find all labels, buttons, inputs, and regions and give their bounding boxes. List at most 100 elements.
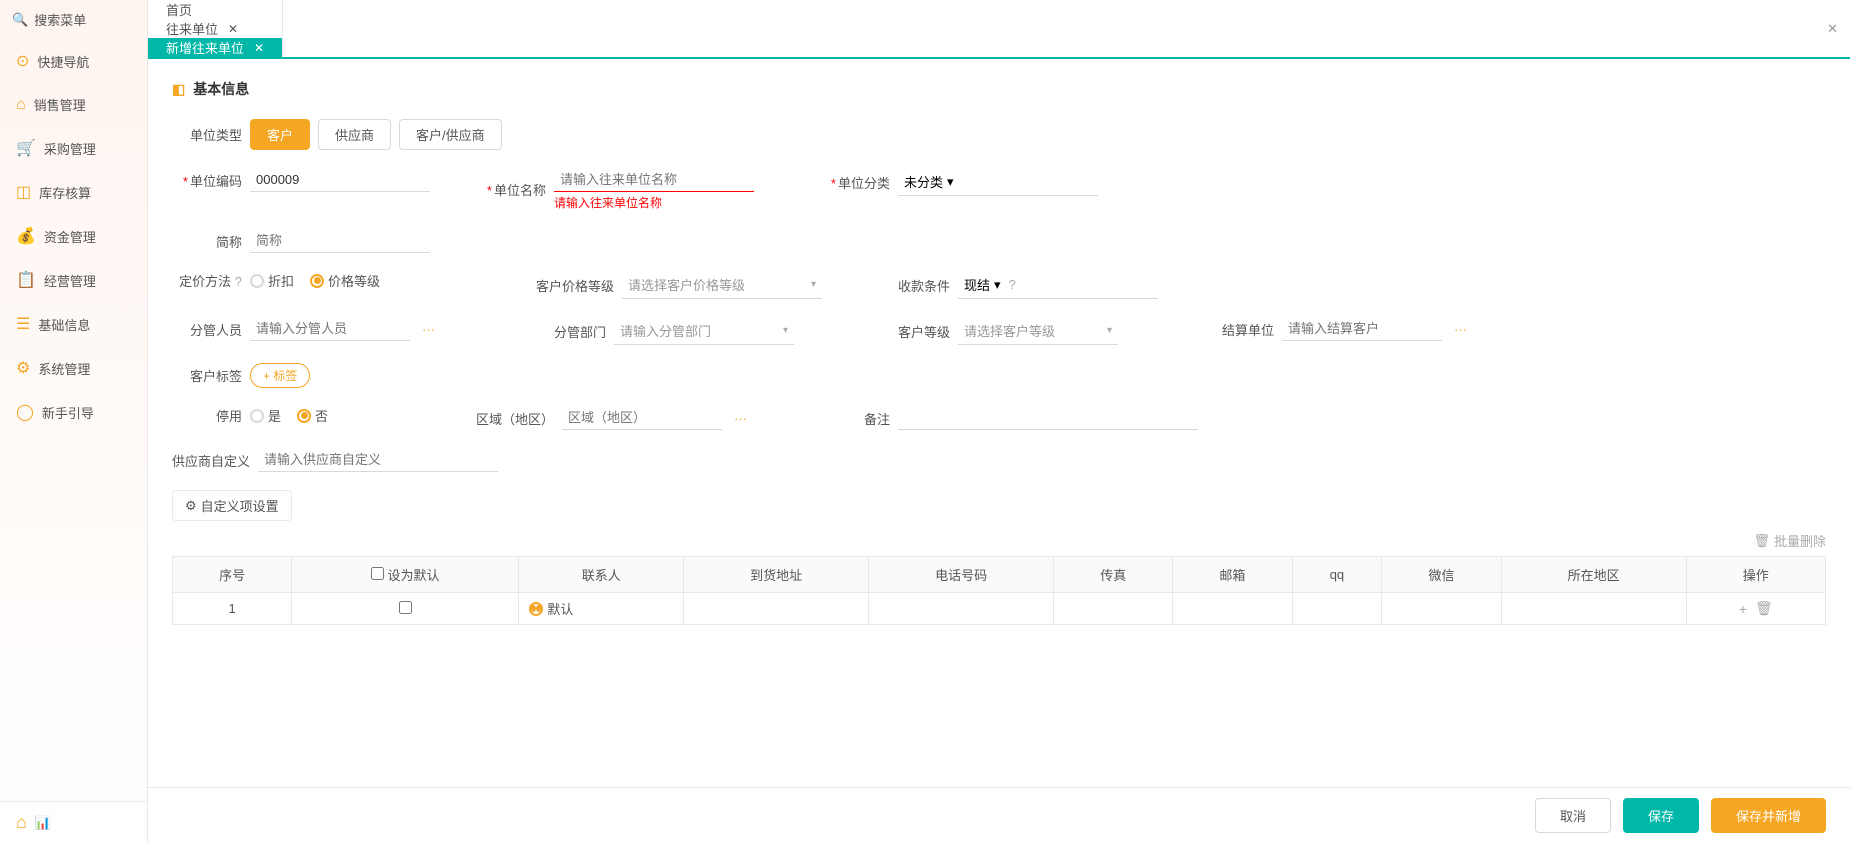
tab-home[interactable]: 首页 xyxy=(148,0,283,19)
row-checkbox-cell xyxy=(292,593,519,625)
category-dropdown-icon: ▾ xyxy=(947,174,954,190)
manager-more-button[interactable]: ··· xyxy=(418,322,439,337)
customer-price-level-select[interactable]: 请选择客户价格等级 ▾ xyxy=(622,271,822,299)
sidebar-item-basic-info[interactable]: ☰ 基础信息 xyxy=(0,302,147,346)
row-delete-button[interactable]: 🗑 xyxy=(1755,600,1773,617)
disabled-no[interactable]: 否 xyxy=(297,406,328,425)
unit-type-label: 单位类型 xyxy=(172,125,242,144)
finance-icon: 💰 xyxy=(16,226,36,246)
col-邮箱: 邮箱 xyxy=(1173,557,1292,593)
sidebar-item-finance[interactable]: 💰 资金管理 xyxy=(0,214,147,258)
quick-nav-icon: ⊙ xyxy=(16,51,29,71)
basic-info-icon: ☰ xyxy=(16,314,30,334)
pricing-discount[interactable]: 折扣 xyxy=(250,271,294,290)
area-input[interactable] xyxy=(562,406,722,430)
unit-type-btn-customer[interactable]: 客户 xyxy=(250,119,310,150)
payment-terms-select[interactable]: 现结 ▾ ? xyxy=(958,271,1158,299)
custom-settings-button[interactable]: ⚙ 自定义项设置 xyxy=(172,490,292,521)
row-select-checkbox[interactable] xyxy=(399,601,412,614)
tab-partners[interactable]: 往来单位 ✕ xyxy=(148,19,283,38)
tab-label-partners: 往来单位 xyxy=(166,19,218,38)
add-tag-button[interactable]: + 标签 xyxy=(250,363,310,388)
customer-tag-label: 客户标签 xyxy=(172,366,242,385)
pricing-price-level[interactable]: 价格等级 xyxy=(310,271,380,290)
row-cell-6 xyxy=(1501,593,1686,625)
dept-label: 分管部门 xyxy=(536,322,606,341)
sidebar-item-quick-nav[interactable]: ⊙ 快捷导航 xyxy=(0,39,147,83)
batch-delete-label: 批量删除 xyxy=(1774,531,1826,550)
row-add-button[interactable]: + xyxy=(1739,601,1747,617)
basic-info-label: 基础信息 xyxy=(38,315,90,334)
row-action-cell: +🗑 xyxy=(1686,593,1825,625)
sidebar-item-system[interactable]: ⚙系统管理 xyxy=(0,346,147,390)
settlement-more-button[interactable]: ··· xyxy=(1450,322,1471,337)
price-level-radio[interactable] xyxy=(310,274,324,288)
section-icon: ◧ xyxy=(172,81,185,98)
purchase-label: 采购管理 xyxy=(44,139,96,158)
sidebar-item-operations[interactable]: 📋经营管理 xyxy=(0,258,147,302)
pricing-method-field: 定价方法 ? 折扣 价格等级 xyxy=(172,271,512,290)
finance-label: 资金管理 xyxy=(44,227,96,246)
remark-input[interactable] xyxy=(898,406,1198,430)
sidebar-item-sales[interactable]: ⌂销售管理 xyxy=(0,83,147,126)
tab-close-partners[interactable]: ✕ xyxy=(228,22,238,36)
disabled-yes[interactable]: 是 xyxy=(250,406,281,425)
unit-type-btn-supplier[interactable]: 供应商 xyxy=(318,119,391,150)
custom-settings-label: 自定义项设置 xyxy=(201,496,279,515)
disabled-no-radio[interactable] xyxy=(297,409,311,423)
select-all-checkbox[interactable] xyxy=(371,567,384,580)
discount-radio[interactable] xyxy=(250,274,264,288)
batch-delete-button[interactable]: 🗑 批量删除 xyxy=(1753,531,1826,550)
customer-level-select[interactable]: 请选择客户等级 ▾ xyxy=(958,317,1118,345)
remark-label: 备注 xyxy=(820,409,890,428)
search-icon: 🔍 xyxy=(12,12,28,28)
unit-code-input[interactable] xyxy=(250,168,430,192)
col-电话号码: 电话号码 xyxy=(869,557,1054,593)
short-name-input[interactable] xyxy=(250,229,430,253)
unit-code-label: *单位编码 xyxy=(172,171,242,190)
section-basic-info: ◧ 基本信息 xyxy=(172,79,1826,99)
manager-input[interactable] xyxy=(250,317,410,341)
unit-type-field: 单位类型 客户供应商客户/供应商 xyxy=(172,119,1826,150)
customer-level-arrow-icon: ▾ xyxy=(1107,325,1112,336)
sidebar-item-inventory[interactable]: ◫库存核算 xyxy=(0,170,147,214)
cancel-button[interactable]: 取消 xyxy=(1535,798,1611,833)
disabled-radio-group: 是 否 xyxy=(250,406,328,425)
tab-close-new-partner[interactable]: ✕ xyxy=(254,41,264,55)
custom-settings-row: ⚙ 自定义项设置 xyxy=(172,490,1826,521)
purchase-icon: 🛒 xyxy=(16,138,36,158)
pricing-help-icon[interactable]: ? xyxy=(235,274,242,289)
pricing-row: 定价方法 ? 折扣 价格等级 客户价格等级 xyxy=(172,271,1826,299)
close-all-button[interactable]: ✕ xyxy=(1815,0,1850,57)
sidebar-item-purchase[interactable]: 🛒 采购管理 xyxy=(0,126,147,170)
disabled-area-row: 停用 是 否 区域（地区） ··· xyxy=(172,406,1826,430)
search-menu[interactable]: 🔍 搜索菜单 xyxy=(0,0,147,39)
row-default-radio[interactable]: 默认 xyxy=(529,599,673,618)
unit-name-input[interactable] xyxy=(554,168,754,192)
short-name-row: 简称 xyxy=(172,229,1826,253)
disabled-yes-radio[interactable] xyxy=(250,409,264,423)
supplier-custom-input[interactable] xyxy=(258,448,498,472)
customer-price-level-field: 客户价格等级 请选择客户价格等级 ▾ xyxy=(536,271,856,299)
col-微信: 微信 xyxy=(1382,557,1501,593)
sidebar-item-guide[interactable]: ◯新手引导 xyxy=(0,390,147,434)
contact-table-section: 🗑 批量删除 序号 设为默认联系人到货地址电话号码传真邮箱qq微信所在地区操作 … xyxy=(172,531,1826,625)
dept-select[interactable]: 请输入分管部门 ▾ xyxy=(614,317,794,345)
area-more-button[interactable]: ··· xyxy=(730,411,751,426)
tab-new-partner[interactable]: 新增往来单位✕ xyxy=(148,38,283,57)
row-cell-2 xyxy=(1054,593,1173,625)
short-name-field: 简称 xyxy=(172,229,452,253)
unit-category-select[interactable]: 未分类 ▾ xyxy=(898,168,1098,196)
unit-type-btn-both[interactable]: 客户/供应商 xyxy=(399,119,502,150)
sales-icon: ⌂ xyxy=(16,96,26,114)
customer-level-field: 客户等级 请选择客户等级 ▾ xyxy=(880,317,1180,345)
save-button[interactable]: 保存 xyxy=(1623,798,1699,833)
settlement-unit-input[interactable] xyxy=(1282,317,1442,341)
quick-nav-label: 快捷导航 xyxy=(37,52,89,71)
sidebar: 🔍 搜索菜单 ⊙ 快捷导航 ⌂销售管理 🛒 采购管理 ◫库存核算 💰 资金管理 📋经营管理 ☰ 基础… xyxy=(0,0,148,843)
inventory-icon: ◫ xyxy=(16,182,31,202)
save-and-new-button[interactable]: 保存并新增 xyxy=(1711,798,1826,833)
contact-table: 序号 设为默认联系人到货地址电话号码传真邮箱qq微信所在地区操作 1默认+🗑 xyxy=(172,556,1826,625)
row-cell-3 xyxy=(1173,593,1292,625)
payment-terms-help-icon[interactable]: ? xyxy=(1009,277,1016,292)
